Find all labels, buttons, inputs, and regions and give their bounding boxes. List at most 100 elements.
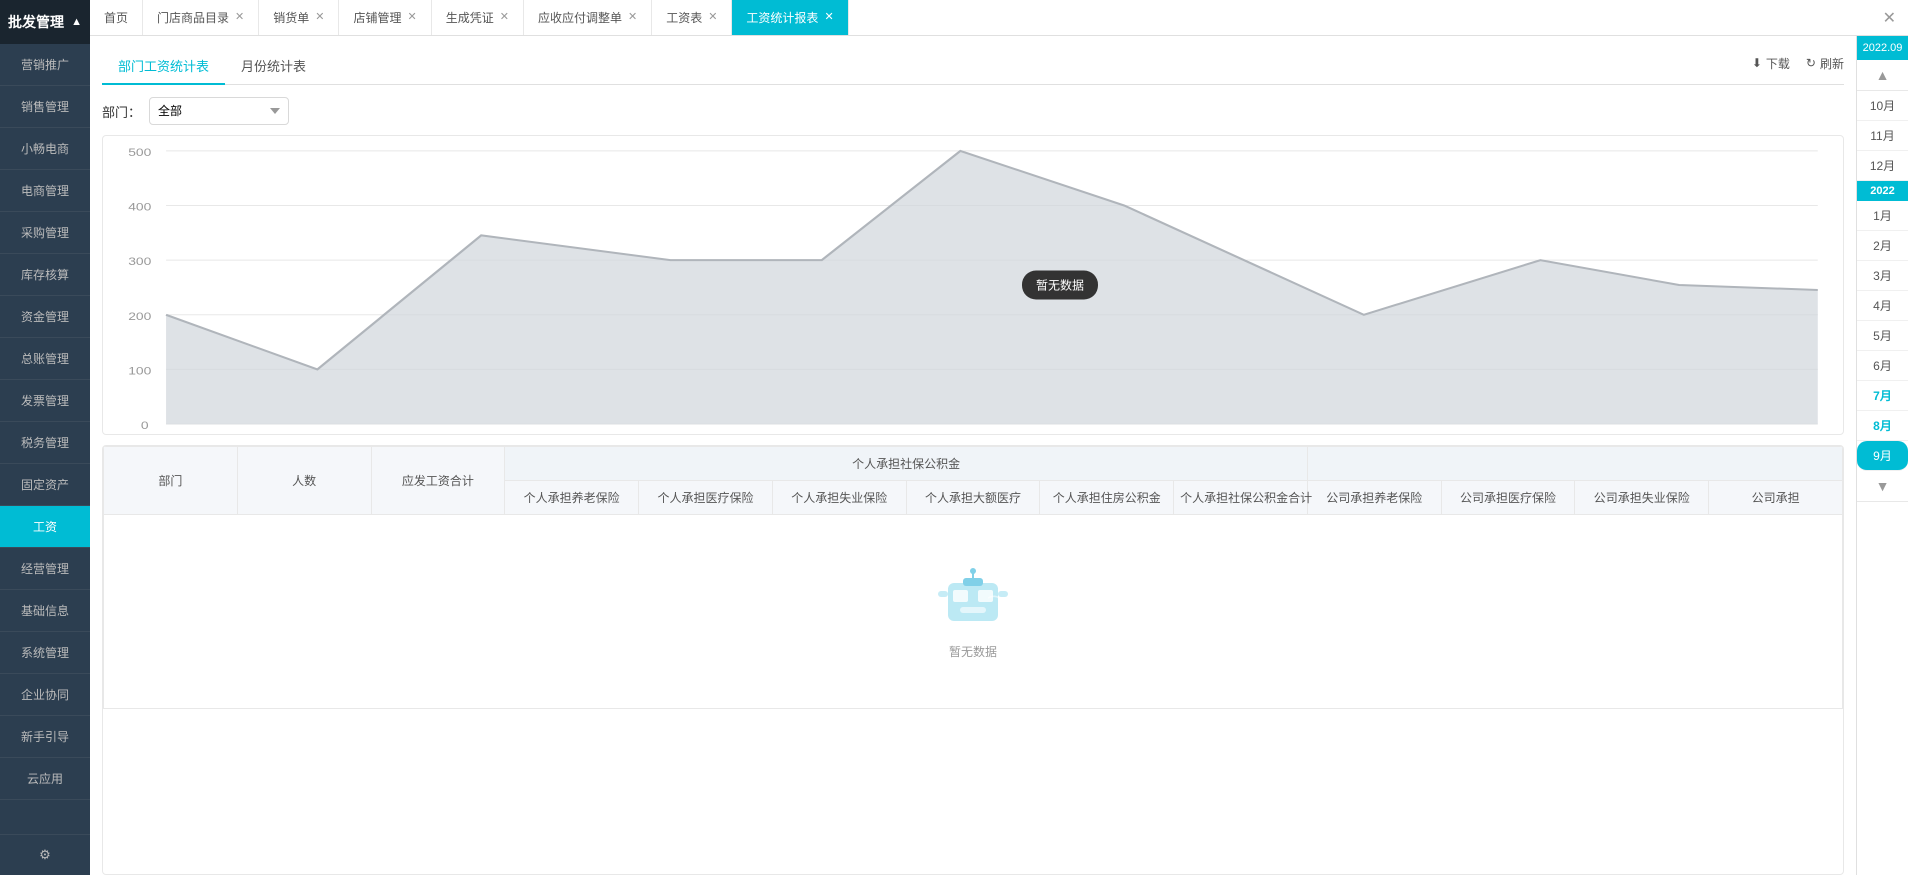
sidebar-item-label: 企业协同 bbox=[21, 688, 69, 702]
download-label: 下载 bbox=[1766, 55, 1790, 72]
refresh-icon: ↻ bbox=[1806, 56, 1816, 70]
tab-adjustment[interactable]: 应收应付调整单 ✕ bbox=[524, 0, 652, 36]
sidebar-item-assets[interactable]: 固定资产 bbox=[0, 464, 90, 506]
date-year-2022[interactable]: 2022 bbox=[1857, 181, 1908, 201]
sidebar-item-operations[interactable]: 经营管理 bbox=[0, 548, 90, 590]
tab-store-mgmt[interactable]: 店铺管理 ✕ bbox=[339, 0, 431, 36]
date-month-aug[interactable]: 8月 bbox=[1857, 411, 1908, 441]
col-personal-major-medical: 个人承担大额医疗 bbox=[906, 481, 1040, 515]
date-month-sep[interactable]: 9月 bbox=[1857, 441, 1908, 471]
sidebar-item-label: 新手引导 bbox=[21, 730, 69, 744]
sidebar-item-ecommerce[interactable]: 电商管理 bbox=[0, 170, 90, 212]
date-nav-down: ▼ bbox=[1857, 471, 1908, 502]
sub-tab-label: 部门工资统计表 bbox=[118, 59, 209, 74]
no-data-tooltip: 暂无数据 bbox=[1022, 271, 1098, 300]
tab-close-icon[interactable]: ✕ bbox=[708, 12, 717, 23]
date-current[interactable]: 2022.09 bbox=[1857, 36, 1908, 60]
col-personal-medical: 个人承担医疗保险 bbox=[639, 481, 773, 515]
tab-close-icon[interactable]: ✕ bbox=[315, 12, 324, 23]
date-month-oct[interactable]: 10月 bbox=[1857, 91, 1908, 121]
sidebar-item-tax[interactable]: 税务管理 bbox=[0, 422, 90, 464]
sidebar-item-ecommerce-small[interactable]: 小畅电商 bbox=[0, 128, 90, 170]
sidebar-item-label: 系统管理 bbox=[21, 646, 69, 660]
sidebar-item-cooperation[interactable]: 企业协同 bbox=[0, 674, 90, 716]
date-nav-down-btn[interactable]: ▼ bbox=[1873, 475, 1893, 497]
tab-close-icon[interactable]: ✕ bbox=[628, 12, 637, 23]
sidebar-item-label: 税务管理 bbox=[21, 436, 69, 450]
sidebar-item-invoice[interactable]: 发票管理 bbox=[0, 380, 90, 422]
tab-label: 生成凭证 bbox=[446, 9, 494, 26]
tab-close-icon[interactable]: ✕ bbox=[824, 12, 833, 23]
sidebar-item-label: 采购管理 bbox=[21, 226, 69, 240]
date-month-jul[interactable]: 7月 bbox=[1857, 381, 1908, 411]
toolbar-left: 部门： 全部 bbox=[102, 97, 289, 125]
sidebar-item-label: 发票管理 bbox=[21, 394, 69, 408]
sidebar-item-marketing[interactable]: 营销推广 bbox=[0, 44, 90, 86]
tab-store-catalog[interactable]: 门店商品目录 ✕ bbox=[143, 0, 259, 36]
tab-bar: 首页 门店商品目录 ✕ 销货单 ✕ 店铺管理 ✕ 生成凭证 ✕ 应收应付调整单 … bbox=[90, 0, 1908, 36]
col-personal-pension: 个人承担养老保险 bbox=[505, 481, 639, 515]
sub-tab-department[interactable]: 部门工资统计表 bbox=[102, 48, 225, 85]
no-data-label: 暂无数据 bbox=[1036, 279, 1084, 293]
department-label: 部门： bbox=[102, 102, 141, 121]
date-month-jun[interactable]: 6月 bbox=[1857, 351, 1908, 381]
col-header-count: 人数 bbox=[237, 447, 371, 515]
main-area: 首页 门店商品目录 ✕ 销货单 ✕ 店铺管理 ✕ 生成凭证 ✕ 应收应付调整单 … bbox=[90, 0, 1908, 875]
date-nav-up-btn[interactable]: ▲ bbox=[1873, 64, 1893, 86]
sidebar-item-sales[interactable]: 销售管理 bbox=[0, 86, 90, 128]
date-month-may[interactable]: 5月 bbox=[1857, 321, 1908, 351]
sidebar-toggle-icon[interactable]: ▲ bbox=[71, 16, 82, 28]
date-nav-up: ▲ bbox=[1857, 60, 1908, 91]
sidebar-item-label: 销售管理 bbox=[21, 100, 69, 114]
tab-payroll-report[interactable]: 工资统计报表 ✕ bbox=[732, 0, 848, 36]
sidebar-title: 批发管理 bbox=[8, 12, 64, 32]
sidebar-item-finance[interactable]: 资金管理 bbox=[0, 296, 90, 338]
date-month-feb[interactable]: 2月 bbox=[1857, 231, 1908, 261]
sidebar-item-label: 库存核算 bbox=[21, 268, 69, 282]
tab-sales-order[interactable]: 销货单 ✕ bbox=[259, 0, 339, 36]
sidebar-item-cloud[interactable]: 云应用 bbox=[0, 758, 90, 800]
settings-icon: ⚙ bbox=[39, 847, 51, 862]
tab-voucher[interactable]: 生成凭证 ✕ bbox=[432, 0, 524, 36]
tab-close-icon[interactable]: ✕ bbox=[408, 12, 417, 23]
date-month-dec[interactable]: 12月 bbox=[1857, 151, 1908, 181]
empty-label: 暂无数据 bbox=[949, 643, 997, 660]
tab-home[interactable]: 首页 bbox=[90, 0, 143, 36]
tab-close-all-btn[interactable]: ✕ bbox=[1871, 8, 1908, 28]
sidebar-item-payroll[interactable]: 工资 bbox=[0, 506, 90, 548]
sidebar-item-ledger[interactable]: 总账管理 bbox=[0, 338, 90, 380]
sidebar-item-basic[interactable]: 基础信息 bbox=[0, 590, 90, 632]
page-content: 部门工资统计表 月份统计表 ⬇ 下载 ↻ 刷新 bbox=[90, 36, 1908, 875]
tab-label: 销货单 bbox=[273, 9, 309, 26]
sub-tab-bar: 部门工资统计表 月份统计表 ⬇ 下载 ↻ 刷新 bbox=[102, 48, 1844, 85]
tab-label: 工资表 bbox=[666, 9, 702, 26]
sidebar-item-inventory[interactable]: 库存核算 bbox=[0, 254, 90, 296]
sub-tab-monthly[interactable]: 月份统计表 bbox=[225, 48, 322, 85]
col-group-company bbox=[1307, 447, 1842, 481]
sidebar-settings-btn[interactable]: ⚙ bbox=[0, 834, 90, 875]
col-group-personal: 个人承担社保公积金 bbox=[505, 447, 1308, 481]
sidebar-item-guide[interactable]: 新手引导 bbox=[0, 716, 90, 758]
date-month-apr[interactable]: 4月 bbox=[1857, 291, 1908, 321]
inner-content: 部门工资统计表 月份统计表 ⬇ 下载 ↻ 刷新 bbox=[90, 36, 1856, 875]
sidebar-header[interactable]: 批发管理 ▲ bbox=[0, 0, 90, 44]
date-month-mar[interactable]: 3月 bbox=[1857, 261, 1908, 291]
department-select[interactable]: 全部 bbox=[149, 97, 289, 125]
download-btn[interactable]: ⬇ 下载 bbox=[1752, 55, 1790, 72]
chart-area: 0 100 200 300 400 500 bbox=[102, 135, 1844, 435]
sidebar: 批发管理 ▲ 营销推广 销售管理 小畅电商 电商管理 采购管理 库存核算 资金管… bbox=[0, 0, 90, 875]
tab-payroll[interactable]: 工资表 ✕ bbox=[652, 0, 732, 36]
sidebar-item-label: 资金管理 bbox=[21, 310, 69, 324]
tab-close-icon[interactable]: ✕ bbox=[235, 12, 244, 23]
date-month-jan[interactable]: 1月 bbox=[1857, 201, 1908, 231]
tab-close-icon[interactable]: ✕ bbox=[500, 12, 509, 23]
refresh-btn[interactable]: ↻ 刷新 bbox=[1806, 55, 1844, 72]
sidebar-item-label: 总账管理 bbox=[21, 352, 69, 366]
sidebar-item-label: 电商管理 bbox=[21, 184, 69, 198]
sidebar-item-label: 经营管理 bbox=[21, 562, 69, 576]
sidebar-item-label: 基础信息 bbox=[21, 604, 69, 618]
sidebar-item-purchase[interactable]: 采购管理 bbox=[0, 212, 90, 254]
sidebar-item-system[interactable]: 系统管理 bbox=[0, 632, 90, 674]
table-wrapper[interactable]: 部门 人数 应发工资合计 个人承担社保公积金 个人承担养老保险 个人承担医疗保险… bbox=[102, 445, 1844, 875]
date-month-nov[interactable]: 11月 bbox=[1857, 121, 1908, 151]
